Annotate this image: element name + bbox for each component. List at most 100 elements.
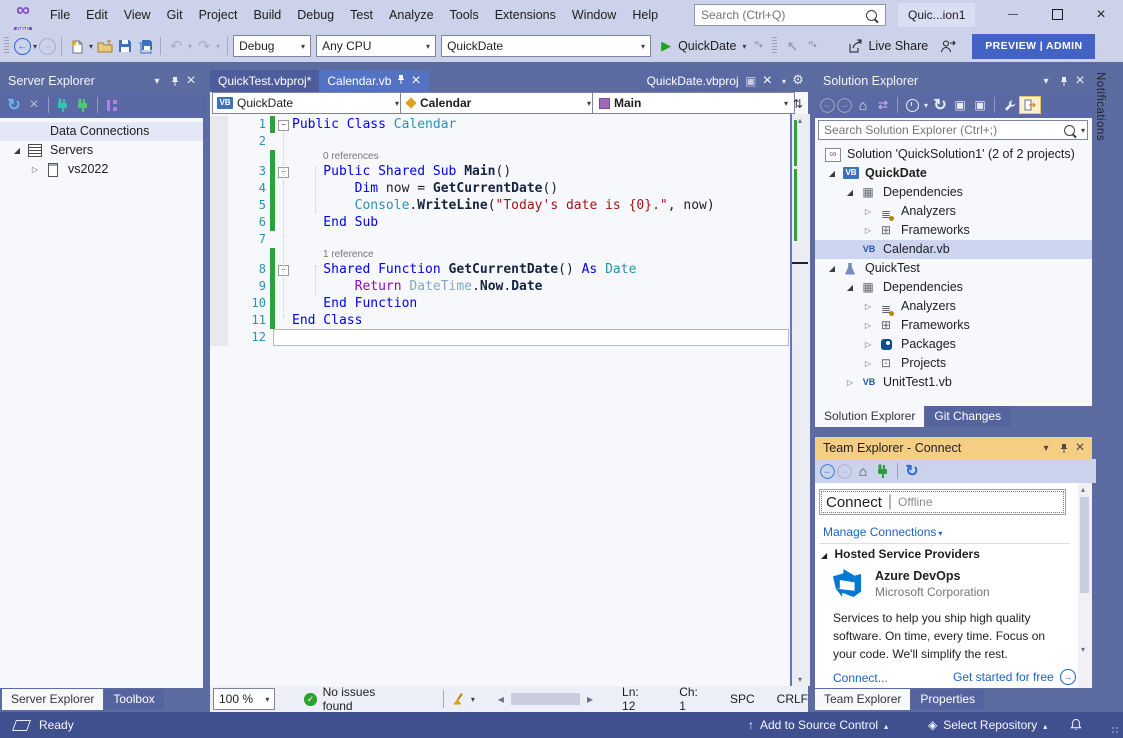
start-debugging-icon[interactable]	[656, 36, 676, 56]
codelens-references[interactable]: 0 references	[292, 150, 790, 163]
keep-open-icon[interactable]	[745, 75, 757, 87]
menu-window[interactable]: Window	[564, 0, 624, 30]
pin-icon[interactable]	[167, 71, 183, 91]
code-line[interactable]: 9 Return DateTime.Now.Date	[210, 278, 790, 295]
codelens-references[interactable]: 1 reference	[292, 248, 790, 261]
home-icon[interactable]	[853, 95, 873, 115]
collapse-region-icon[interactable]	[278, 120, 289, 131]
preview-admin-button[interactable]: PREVIEW | ADMIN	[972, 34, 1095, 59]
menu-view[interactable]: View	[116, 0, 159, 30]
expand-icon[interactable]: ▷	[861, 221, 875, 240]
tab-list-dropdown-icon[interactable]	[782, 77, 786, 92]
resize-grip[interactable]	[1112, 727, 1120, 735]
project-dropdown[interactable]: VB QuickDate	[212, 92, 406, 114]
visual-studio-logo-icon[interactable]: ∞PRE	[8, 3, 38, 29]
expand-icon[interactable]: ▷	[861, 335, 875, 354]
refresh-icon[interactable]	[4, 95, 24, 115]
pin-icon[interactable]	[1056, 438, 1072, 458]
expand-icon[interactable]: ▷	[843, 373, 857, 392]
menu-edit[interactable]: Edit	[78, 0, 116, 30]
tree-item-calendar-vb[interactable]: VBCalendar.vb	[815, 240, 1092, 259]
health-check-icon[interactable]	[304, 693, 316, 706]
tree-item-data-connections[interactable]: Data Connections	[0, 122, 203, 141]
back-icon[interactable]	[820, 98, 834, 112]
connect-database-icon[interactable]	[53, 95, 73, 115]
tree-item-projects[interactable]: ▷Projects	[815, 354, 1092, 373]
code-cleanup-icon[interactable]	[449, 689, 469, 709]
code-line[interactable]: 10 End Function	[210, 295, 790, 312]
menu-git[interactable]: Git	[159, 0, 191, 30]
codelens-row[interactable]: 1 reference	[210, 248, 790, 261]
code-line[interactable]: 1Public Class Calendar	[210, 116, 790, 133]
pin-icon[interactable]	[397, 70, 405, 92]
hot-reload-icon[interactable]: ”▾	[748, 36, 768, 56]
close-icon[interactable]	[411, 70, 420, 92]
sync-with-active-document-icon[interactable]	[873, 95, 893, 115]
refresh-icon[interactable]	[902, 461, 922, 481]
refresh-icon[interactable]	[930, 95, 950, 115]
code-line[interactable]: 7	[210, 231, 790, 248]
column-indicator[interactable]: Ch: 1	[679, 685, 706, 713]
solution-search-input[interactable]	[819, 123, 1064, 137]
expand-icon[interactable]: ▷	[861, 354, 875, 373]
gear-icon[interactable]	[788, 70, 808, 90]
quick-search-box[interactable]	[694, 4, 886, 26]
collapse-icon[interactable]: ◢	[825, 259, 839, 278]
undo-dropdown-icon[interactable]	[188, 42, 192, 51]
solution-configuration-dropdown[interactable]: Debug	[233, 35, 311, 57]
expand-icon[interactable]: ▷	[861, 316, 875, 335]
menu-build[interactable]: Build	[245, 0, 289, 30]
live-share-button[interactable]: Live Share	[848, 39, 928, 53]
tab-properties[interactable]: Properties	[911, 689, 984, 710]
menu-analyze[interactable]: Analyze	[381, 0, 441, 30]
menu-file[interactable]: File	[42, 0, 78, 30]
hosted-providers-section[interactable]: ◢ Hosted Service Providers	[821, 547, 980, 561]
panel-menu-icon[interactable]	[149, 71, 165, 91]
scroll-left-icon[interactable]	[491, 689, 511, 709]
stop-refresh-icon[interactable]	[24, 95, 44, 115]
close-icon[interactable]	[763, 70, 772, 92]
tree-item-quicktest[interactable]: ◢QuickTest	[815, 259, 1092, 278]
apply-changes-icon[interactable]: ”▾	[802, 36, 822, 56]
run-dropdown-icon[interactable]	[742, 42, 746, 51]
new-file-icon[interactable]	[67, 36, 87, 56]
tab-toolbox[interactable]: Toolbox	[104, 689, 163, 710]
connections-plug-icon[interactable]	[873, 461, 893, 481]
toolbar-grip[interactable]	[4, 37, 9, 55]
expand-icon[interactable]: ▷	[861, 297, 875, 316]
code-line[interactable]: 8 Shared Function GetCurrentDate() As Da…	[210, 261, 790, 278]
menu-test[interactable]: Test	[342, 0, 381, 30]
minimize-button[interactable]	[991, 0, 1035, 29]
select-repository-button[interactable]: Select Repository	[928, 712, 1047, 738]
save-icon[interactable]	[115, 36, 135, 56]
connect-server-icon[interactable]	[73, 95, 93, 115]
tree-item-quickdate[interactable]: ◢VBQuickDate	[815, 164, 1092, 183]
line-indicator[interactable]: Ln: 12	[622, 685, 653, 713]
issues-label[interactable]: No issues found	[323, 685, 403, 713]
member-dropdown[interactable]: Main	[592, 92, 795, 114]
panel-menu-icon[interactable]	[1038, 438, 1054, 458]
close-icon[interactable]	[1072, 71, 1088, 91]
codelens-row[interactable]: 0 references	[210, 150, 790, 163]
show-all-files-icon[interactable]	[970, 95, 990, 115]
sql-object-explorer-icon[interactable]	[102, 95, 122, 115]
notifications-tab[interactable]: Notifications	[1094, 72, 1106, 141]
expand-icon[interactable]: ▷	[28, 160, 42, 179]
home-icon[interactable]	[853, 461, 873, 481]
solution-platform-dropdown[interactable]: Any CPU	[316, 35, 436, 57]
tree-item-frameworks[interactable]: ▷Frameworks	[815, 316, 1092, 335]
scroll-down-icon[interactable]: ▾	[792, 675, 808, 684]
tree-item-analyzers[interactable]: ▷Analyzers	[815, 297, 1092, 316]
navigate-forward-icon[interactable]	[39, 38, 56, 55]
tab-server-explorer[interactable]: Server Explorer	[2, 689, 103, 710]
navigate-back-icon[interactable]	[14, 38, 31, 55]
code-line[interactable]: 6 End Sub	[210, 214, 790, 231]
tab-team-explorer[interactable]: Team Explorer	[815, 689, 910, 710]
tree-item-vs2022[interactable]: ▷vs2022	[0, 160, 203, 179]
editor-vertical-scrollbar[interactable]: ▴ ▾	[790, 114, 810, 686]
save-all-icon[interactable]	[135, 36, 155, 56]
tree-item-dependencies[interactable]: ◢Dependencies	[815, 278, 1092, 297]
pin-icon[interactable]	[1056, 71, 1072, 91]
tab-quicktest-vbproj[interactable]: QuickTest.vbproj*	[210, 70, 319, 92]
team-explorer-scrollbar[interactable]: ▴ ▾	[1078, 483, 1092, 688]
